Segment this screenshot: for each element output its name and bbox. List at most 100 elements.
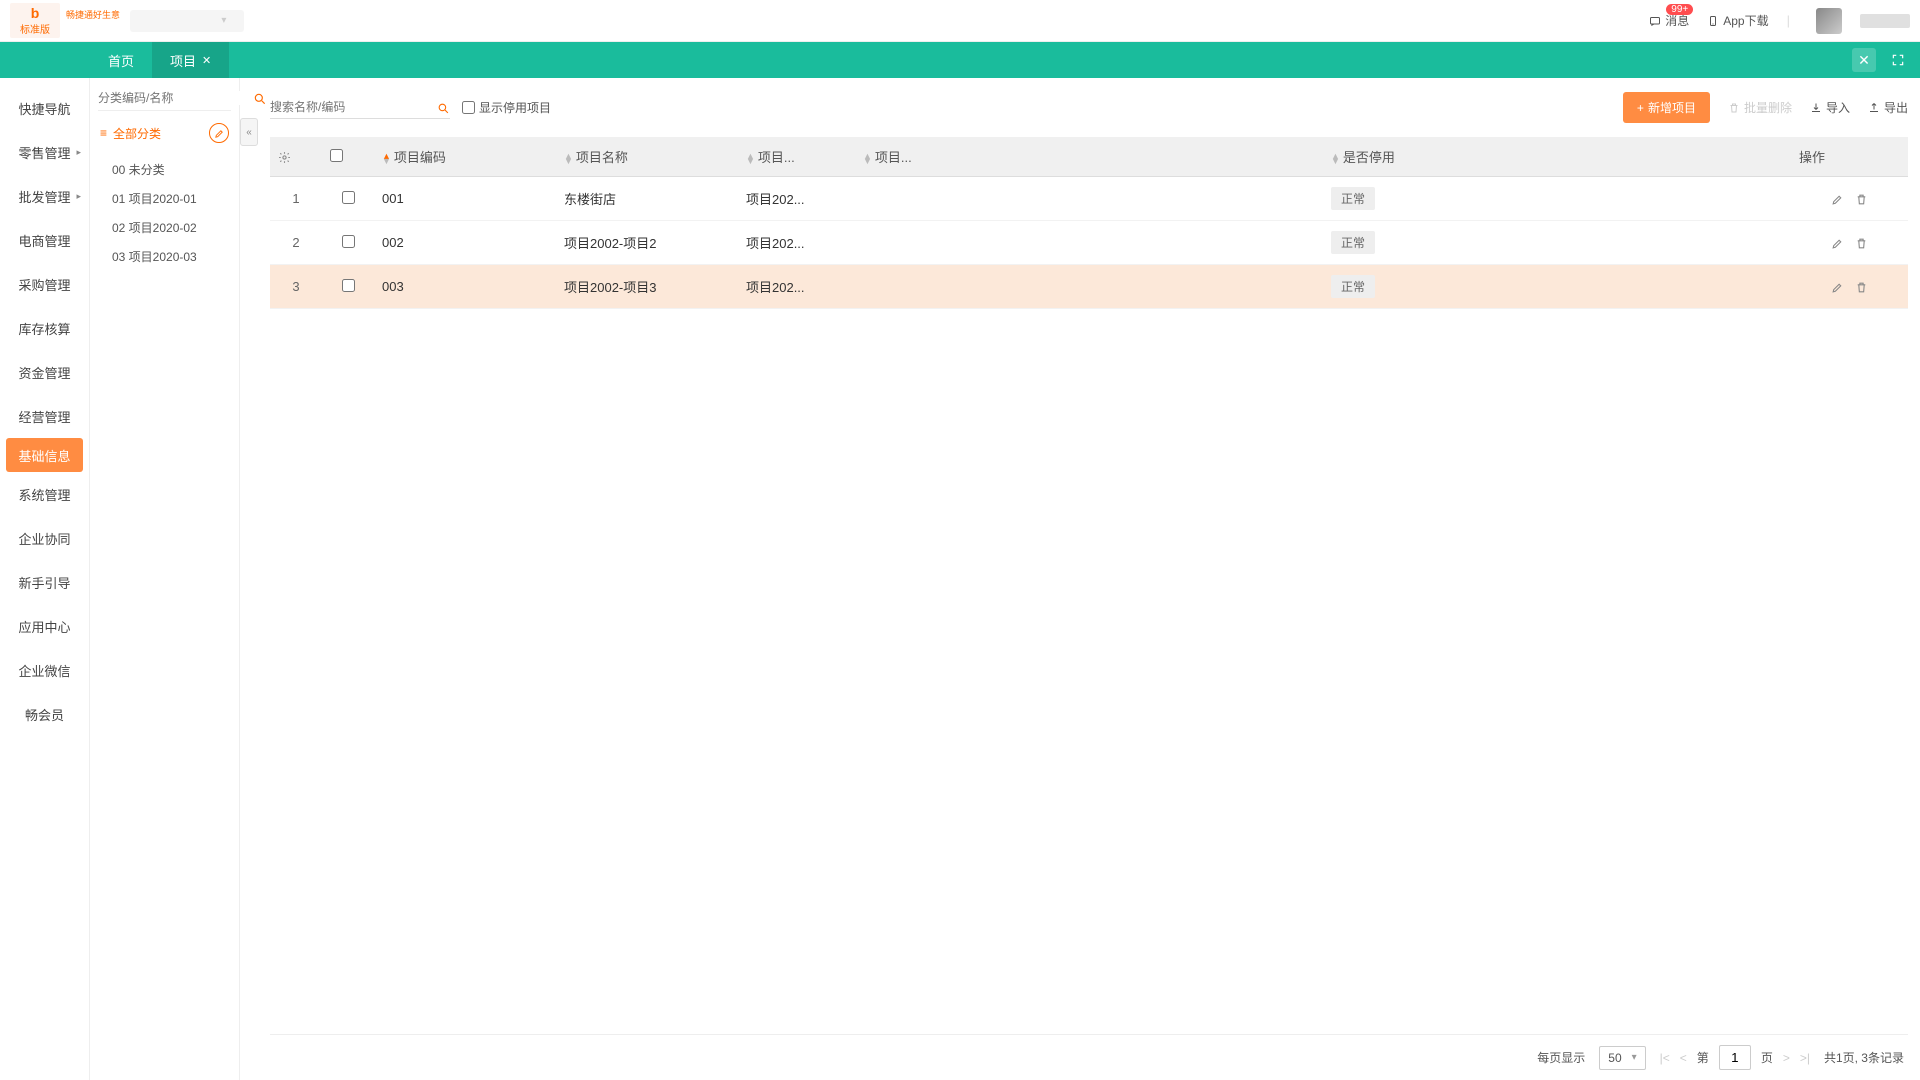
table-area: 显示停用项目 + 新增项目 批量删除 导入 导出 — [258, 78, 1920, 1080]
edit-icon[interactable] — [1831, 279, 1844, 294]
caret-icon: ▸ — [76, 191, 81, 202]
tab-bar: 首页 项目 ✕ ✕ — [0, 42, 1920, 78]
gear-icon[interactable] — [278, 149, 291, 164]
prev-page-button[interactable]: < — [1680, 1051, 1687, 1065]
total-records: 共1页, 3条记录 — [1824, 1049, 1904, 1066]
category-search-input[interactable] — [98, 91, 253, 105]
main-sidebar: 搜索菜单快捷导航零售管理▸批发管理▸电商管理采购管理库存核算资金管理经营管理基础… — [0, 42, 90, 1080]
next-page-button[interactable]: > — [1783, 1051, 1790, 1065]
phone-icon — [1707, 15, 1719, 27]
search-icon[interactable] — [437, 99, 450, 114]
page-input[interactable] — [1719, 1045, 1751, 1070]
col-3[interactable]: ▲▼项目... — [738, 137, 855, 177]
divider: | — [1787, 13, 1790, 28]
per-page-label: 每页显示 — [1537, 1049, 1585, 1066]
row-checkbox[interactable] — [342, 191, 355, 204]
show-disabled-checkbox[interactable]: 显示停用项目 — [462, 99, 551, 116]
status-badge: 正常 — [1331, 187, 1375, 210]
close-icon[interactable]: ✕ — [202, 54, 211, 67]
row-checkbox[interactable] — [342, 235, 355, 248]
sidebar-item[interactable]: 应用中心 — [0, 604, 89, 648]
user-avatar[interactable] — [1816, 8, 1842, 34]
batch-delete-button: 批量删除 — [1728, 99, 1792, 116]
edit-icon[interactable] — [1831, 191, 1844, 206]
pagination: 每页显示 50 ▾ |< < 第 页 > >| 共1页, 3条记录 — [270, 1034, 1908, 1080]
add-project-button[interactable]: + 新增项目 — [1623, 92, 1710, 123]
app-download-link[interactable]: App下载 — [1707, 12, 1768, 29]
table-row[interactable]: 2 002 项目2002-项目2 项目202... 正常 — [270, 221, 1908, 265]
sidebar-item[interactable]: 基础信息 — [6, 438, 83, 472]
table-row[interactable]: 1 001 东楼街店 项目202... 正常 — [270, 177, 1908, 221]
row-checkbox[interactable] — [342, 279, 355, 292]
top-header: b 标准版 畅捷通好生意 ▾ 消息 99+ App下载 | — [0, 0, 1920, 42]
sidebar-item[interactable]: 新手引导 — [0, 560, 89, 604]
company-selector[interactable]: ▾ — [130, 10, 244, 32]
brand-logo: b 标准版 — [10, 3, 60, 38]
delete-icon[interactable] — [1855, 279, 1868, 294]
category-item[interactable]: 02 项目2020-02 — [112, 213, 231, 242]
status-badge: 正常 — [1331, 231, 1375, 254]
main-content: ≡ 全部分类 00 未分类01 项目2020-0102 项目2020-0203 … — [90, 78, 1920, 1080]
import-icon — [1810, 102, 1822, 114]
sidebar-item[interactable]: 零售管理▸ — [0, 130, 89, 174]
edit-icon[interactable] — [1831, 235, 1844, 250]
col-name[interactable]: ▲▼项目名称 — [556, 137, 738, 177]
table-search — [270, 96, 450, 118]
category-search — [98, 86, 231, 111]
message-icon — [1649, 15, 1661, 27]
category-panel: ≡ 全部分类 00 未分类01 项目2020-0102 项目2020-0203 … — [90, 78, 240, 1080]
sidebar-item[interactable]: 系统管理 — [0, 472, 89, 516]
status-badge: 正常 — [1331, 275, 1375, 298]
export-button[interactable]: 导出 — [1868, 99, 1908, 116]
col-op: 操作 — [1791, 137, 1908, 177]
table-search-input[interactable] — [270, 100, 437, 114]
sidebar-item[interactable]: 快捷导航 — [0, 86, 89, 130]
bars-icon: ≡ — [100, 126, 107, 140]
col-status[interactable]: ▲▼是否停用 — [1323, 137, 1791, 177]
logo-subtitle: 标准版 — [20, 21, 50, 36]
chevron-down-icon: ▾ — [1632, 1052, 1637, 1063]
table-header-row: ▲▼项目编码 ▲▼项目名称 ▲▼项目... ▲▼项目... ▲▼是否停用 操作 — [270, 137, 1908, 177]
last-page-button[interactable]: >| — [1800, 1051, 1810, 1065]
tab-projects[interactable]: 项目 ✕ — [152, 42, 229, 78]
sidebar-item[interactable]: 电商管理 — [0, 218, 89, 262]
collapse-category-handle[interactable]: « — [240, 118, 258, 146]
sidebar-item[interactable]: 企业协同 — [0, 516, 89, 560]
sidebar-item[interactable]: 资金管理 — [0, 350, 89, 394]
projects-table: ▲▼项目编码 ▲▼项目名称 ▲▼项目... ▲▼项目... ▲▼是否停用 操作 … — [270, 137, 1908, 309]
user-name[interactable] — [1860, 14, 1910, 28]
category-item[interactable]: 03 项目2020-03 — [112, 242, 231, 271]
logo-icon: b — [31, 5, 40, 21]
col-code[interactable]: ▲▼项目编码 — [374, 137, 556, 177]
toolbar: 显示停用项目 + 新增项目 批量删除 导入 导出 — [270, 86, 1908, 137]
sidebar-item[interactable]: 经营管理 — [0, 394, 89, 438]
category-item[interactable]: 01 项目2020-01 — [112, 184, 231, 213]
sidebar-item[interactable]: 采购管理 — [0, 262, 89, 306]
sidebar-item[interactable]: 企业微信 — [0, 648, 89, 692]
plus-icon: + — [1637, 101, 1644, 115]
per-page-select[interactable]: 50 ▾ — [1599, 1046, 1645, 1070]
delete-icon[interactable] — [1855, 191, 1868, 206]
export-icon — [1868, 102, 1880, 114]
trash-icon — [1728, 102, 1740, 114]
chevron-down-icon: ▾ — [221, 15, 226, 26]
edit-category-icon[interactable] — [209, 123, 229, 143]
sidebar-item[interactable]: 库存核算 — [0, 306, 89, 350]
messages-link[interactable]: 消息 99+ — [1649, 12, 1689, 29]
tab-home[interactable]: 首页 — [90, 42, 152, 78]
sidebar-item[interactable]: 批发管理▸ — [0, 174, 89, 218]
col-4[interactable]: ▲▼项目... — [855, 137, 1323, 177]
fullscreen-icon[interactable] — [1886, 48, 1910, 72]
table-row[interactable]: 3 003 项目2002-项目3 项目202... 正常 — [270, 265, 1908, 309]
category-all[interactable]: ≡ 全部分类 — [98, 119, 231, 147]
close-all-tabs-icon[interactable]: ✕ — [1852, 48, 1876, 72]
select-all-checkbox[interactable] — [330, 149, 343, 162]
import-button[interactable]: 导入 — [1810, 99, 1850, 116]
sidebar-item[interactable]: 畅会员 — [0, 692, 89, 736]
brand-slogan: 畅捷通好生意 — [66, 8, 120, 21]
caret-icon: ▸ — [76, 147, 81, 158]
messages-badge: 99+ — [1666, 4, 1693, 15]
delete-icon[interactable] — [1855, 235, 1868, 250]
category-item[interactable]: 00 未分类 — [112, 155, 231, 184]
first-page-button[interactable]: |< — [1660, 1051, 1670, 1065]
